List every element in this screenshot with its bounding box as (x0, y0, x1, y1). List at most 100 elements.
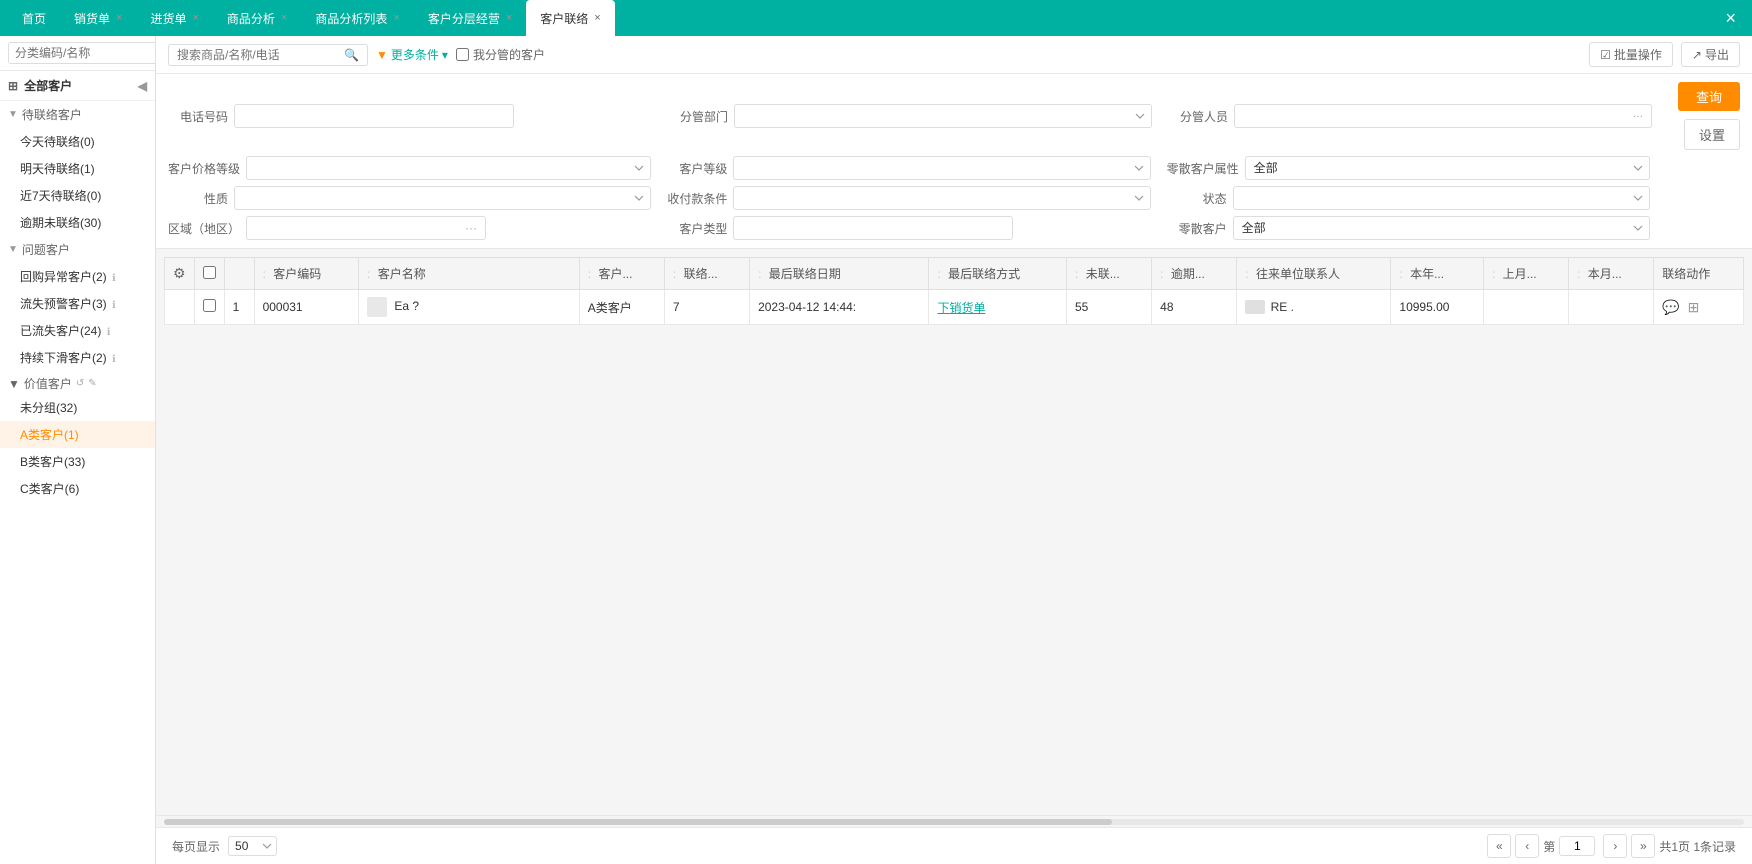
sidebar-item-b-class[interactable]: B类客户(33) (0, 448, 155, 475)
sidebar-section-pending[interactable]: ▼ 待联络客户 (0, 101, 155, 128)
nav-item-home[interactable]: 首页 (8, 0, 60, 36)
price-level-select[interactable] (246, 156, 651, 180)
customer-avatar (367, 297, 387, 317)
scroll-thumb[interactable] (164, 819, 1112, 825)
page-first-btn[interactable]: « (1487, 834, 1511, 858)
nav-sales-label: 销货单 (74, 10, 110, 27)
page-next-btn[interactable]: › (1603, 834, 1627, 858)
action-more-icon[interactable]: ⊞ (1688, 299, 1700, 316)
sidebar-item-7days[interactable]: 近7天待联络(0) (0, 182, 155, 209)
value-edit-icon[interactable]: ✎ (88, 378, 96, 389)
nature-select[interactable] (234, 186, 651, 210)
sidebar-item-tomorrow[interactable]: 明天待联络(1) (0, 155, 155, 182)
action-icons-group: 💬 ⊞ (1662, 299, 1735, 316)
nav-customer-seg-close[interactable]: × (506, 12, 512, 24)
row-code-cell: 000031 (254, 290, 358, 325)
scroll-track[interactable] (164, 819, 1744, 825)
gear-button[interactable]: ⚙ (173, 265, 186, 282)
page-last-btn[interactable]: » (1631, 834, 1655, 858)
action-chat-icon[interactable]: 💬 (1662, 299, 1679, 316)
filter-cell-area: 区域（地区） ··· (168, 216, 659, 240)
sidebar-item-abnormal[interactable]: 回购异常客户(2) ℹ (0, 263, 155, 290)
export-label: 导出 (1705, 46, 1729, 63)
status-select[interactable] (1233, 186, 1650, 210)
my-customers-checkbox[interactable]: 我分管的客户 (456, 46, 545, 63)
filter-more-btn[interactable]: ▼ 更多条件 ▾ (376, 46, 448, 63)
sidebar-item-overdue[interactable]: 逾期未联络(30) (0, 209, 155, 236)
nav-analysis-close[interactable]: × (281, 12, 287, 24)
filter-cell-retail: 零散客户 全部 (1159, 216, 1740, 240)
export-button[interactable]: ↗ 导出 (1681, 42, 1740, 67)
value-arrow: ▼ (8, 377, 20, 391)
row-this-month-cell (1569, 290, 1654, 325)
sidebar-search-input[interactable] (8, 42, 156, 64)
dept-label: 分管部门 (668, 108, 728, 125)
select-all-checkbox[interactable] (203, 266, 216, 279)
nav-item-customer-seg[interactable]: 客户分层经营 × (414, 0, 526, 36)
unit-contact-avatar (1245, 300, 1265, 314)
sidebar-section-value[interactable]: ▼ 价值客户 ↺ ✎ (0, 371, 155, 394)
nav-sales-close[interactable]: × (116, 12, 122, 24)
sidebar-collapse-icon[interactable]: ◀ (138, 79, 147, 93)
nav-item-analysis[interactable]: 商品分析 × (213, 0, 301, 36)
retail-select[interactable]: 全部 (1233, 216, 1650, 240)
last-method-link[interactable]: 下销货单 (937, 301, 985, 315)
nav-item-purchase[interactable]: 进货单 × (136, 0, 212, 36)
sidebar-item-today[interactable]: 今天待联络(0) (0, 128, 155, 155)
nav-item-customer-contact[interactable]: 客户联络 × (526, 0, 614, 36)
filter-cell-customer-type: 客户类型 (659, 216, 1158, 240)
nav-item-sales[interactable]: 销货单 × (60, 0, 136, 36)
my-customers-label: 我分管的客户 (473, 46, 545, 63)
my-customers-check-input[interactable] (456, 48, 469, 61)
person-input[interactable] (1243, 109, 1633, 123)
problem-title: 问题客户 (22, 241, 70, 258)
nav-analysis-list-close[interactable]: × (393, 12, 399, 24)
row-action-cell: 💬 ⊞ (1654, 290, 1744, 325)
person-arrow[interactable]: ··· (1633, 111, 1643, 122)
sidebar-header-label: 全部客户 (24, 77, 72, 94)
problem-arrow: ▼ (8, 244, 18, 255)
page-prev-btn[interactable]: ‹ (1515, 834, 1539, 858)
sidebar-section-problem[interactable]: ▼ 问题客户 (0, 236, 155, 263)
col-type: : 客户... (579, 258, 664, 290)
col-overdue: : 逾期... (1152, 258, 1237, 290)
filter-search-icon[interactable]: 🔍 (344, 48, 359, 62)
payment-select[interactable] (733, 186, 1150, 210)
filter-search-input[interactable] (177, 48, 344, 62)
nav-item-analysis-list[interactable]: 商品分析列表 × (301, 0, 413, 36)
nature-label: 性质 (168, 190, 228, 207)
page-size-select[interactable]: 20 50 100 (228, 836, 277, 856)
setting-button[interactable]: 设置 (1684, 119, 1740, 150)
sidebar-item-unclassified[interactable]: 未分组(32) (0, 394, 155, 421)
col-this-year: : 本年... (1391, 258, 1484, 290)
retail-label: 零散客户 (1167, 220, 1227, 237)
customer-level-select[interactable] (733, 156, 1150, 180)
lost-info-icon: ℹ (107, 327, 111, 338)
sidebar-item-churn-warning[interactable]: 流失预警客户(3) ℹ (0, 290, 155, 317)
sidebar-item-lost[interactable]: 已流失客户(24) ℹ (0, 317, 155, 344)
batch-op-button[interactable]: ☑ 批量操作 (1589, 42, 1673, 67)
retail-attr-label: 零散客户属性 (1167, 160, 1239, 177)
per-page-label: 每页显示 (172, 838, 220, 855)
nav-purchase-close[interactable]: × (192, 12, 198, 24)
phone-input[interactable] (234, 104, 514, 128)
nav-customer-contact-label: 客户联络 (540, 10, 588, 27)
nav-close-all[interactable]: × (1717, 8, 1744, 29)
retail-attr-select[interactable]: 全部 (1245, 156, 1650, 180)
area-input[interactable] (255, 221, 461, 235)
dept-select[interactable] (734, 104, 1152, 128)
sidebar-item-c-class[interactable]: C类客户(6) (0, 475, 155, 502)
row-checkbox[interactable] (203, 299, 216, 312)
query-button[interactable]: 查询 (1678, 82, 1740, 111)
table-header-row: ⚙ : 客户编码 : 客户名称 (165, 258, 1744, 290)
page-input[interactable] (1559, 836, 1595, 856)
col-gear: ⚙ (165, 258, 195, 290)
horizontal-scrollbar[interactable] (156, 815, 1752, 827)
sidebar-item-declining[interactable]: 持续下滑客户(2) ℹ (0, 344, 155, 371)
sidebar-search-area: 🔍 (0, 36, 155, 71)
value-refresh-icon[interactable]: ↺ (76, 378, 84, 389)
customer-type-input[interactable] (733, 216, 1013, 240)
area-dots[interactable]: ··· (465, 221, 477, 235)
sidebar-item-a-class[interactable]: A类客户(1) (0, 421, 155, 448)
nav-customer-contact-close[interactable]: × (594, 12, 600, 24)
